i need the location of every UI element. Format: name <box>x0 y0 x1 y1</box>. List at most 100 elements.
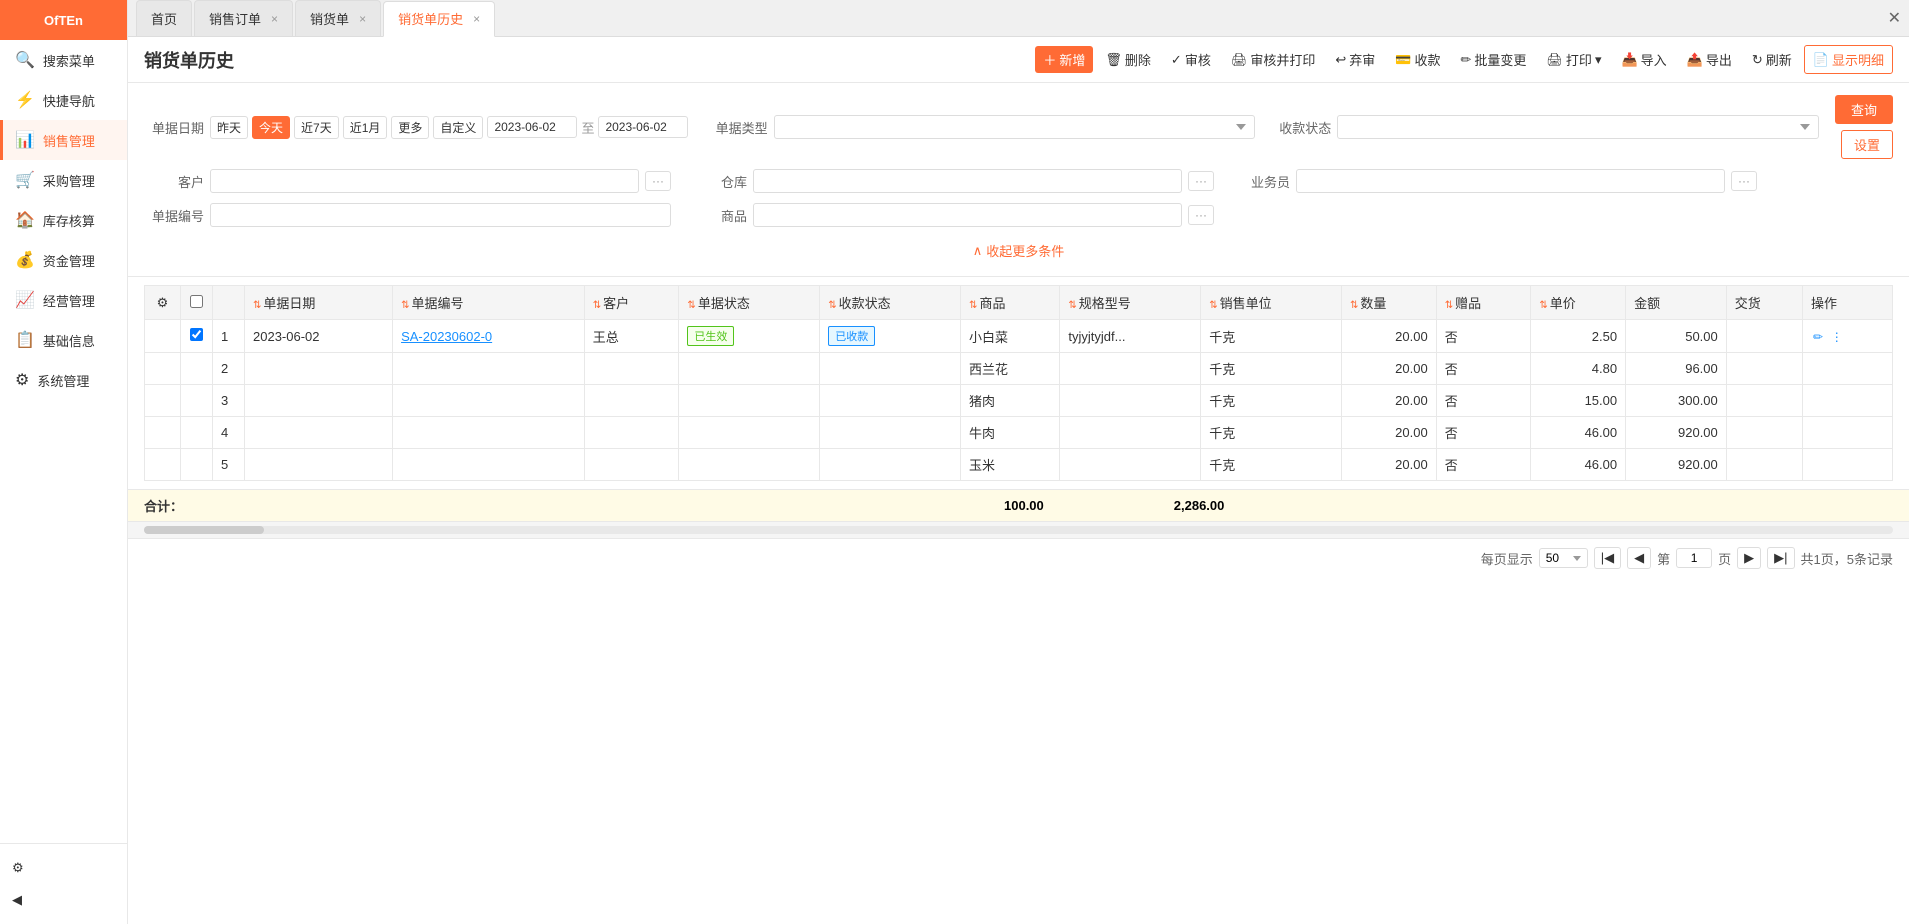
goods-select-btn[interactable]: ··· <box>1188 205 1214 225</box>
salesperson-input[interactable] <box>1296 169 1725 193</box>
total-info: 共1页，5条记录 <box>1801 549 1893 568</box>
tab-sales-order-close[interactable]: × <box>271 12 278 26</box>
td-checkbox[interactable] <box>181 449 213 481</box>
warehouse-input[interactable] <box>753 169 1182 193</box>
th-customer[interactable]: ⇅客户 <box>584 286 679 320</box>
prev-page-btn[interactable]: ◀ <box>1627 547 1651 569</box>
next-page-btn[interactable]: ▶ <box>1737 547 1761 569</box>
sidebar-collapse[interactable]: ◀ <box>0 884 127 916</box>
td-doc-no <box>393 449 585 481</box>
td-doc-status <box>679 353 820 385</box>
new-button[interactable]: ＋ 新增 <box>1035 46 1093 73</box>
batch-change-button[interactable]: ✏ 批量变更 <box>1452 46 1534 73</box>
sidebar-item-operations[interactable]: 📈 经营管理 <box>0 280 127 320</box>
more-action-btn[interactable]: ⋮ <box>1829 330 1845 344</box>
td-gift: 否 <box>1436 449 1531 481</box>
sidebar-item-label: 资金管理 <box>43 251 95 270</box>
td-settings <box>145 417 181 449</box>
page-input[interactable] <box>1676 548 1712 568</box>
export-button[interactable]: 📤 导出 <box>1679 46 1740 73</box>
th-unit[interactable]: ⇅销售单位 <box>1201 286 1342 320</box>
query-button[interactable]: 查询 <box>1835 95 1893 124</box>
scrollbar-track[interactable] <box>144 526 1893 534</box>
tab-sales-history[interactable]: 销货单历史 × <box>383 1 495 37</box>
print-button[interactable]: 🖨 打印 ▾ <box>1538 46 1609 73</box>
scrollbar-area[interactable] <box>128 521 1909 538</box>
refresh-icon: ↻ <box>1752 52 1763 68</box>
last-page-btn[interactable]: ▶| <box>1767 547 1794 569</box>
doc-no-link[interactable]: SA-20230602-0 <box>401 329 492 344</box>
audit-print-button[interactable]: 🖨 审核并打印 <box>1223 46 1324 73</box>
doc-no-input[interactable] <box>210 203 671 227</box>
sidebar-item-system-mgmt[interactable]: ⚙ 系统管理 <box>0 360 127 400</box>
sidebar-item-basic-info[interactable]: 📋 基础信息 <box>0 320 127 360</box>
td-doc-no <box>393 385 585 417</box>
goods-input[interactable] <box>753 203 1182 227</box>
sidebar-item-quick-nav[interactable]: ⚡ 快捷导航 <box>0 80 127 120</box>
sidebar-item-search-menu[interactable]: 🔍 搜索菜单 <box>0 40 127 80</box>
tab-sales-history-close[interactable]: × <box>473 12 480 26</box>
date-custom[interactable]: 自定义 <box>433 116 483 139</box>
date-yesterday[interactable]: 昨天 <box>210 116 248 139</box>
import-button[interactable]: 📥 导入 <box>1613 46 1674 73</box>
date-today[interactable]: 今天 <box>252 116 290 139</box>
sidebar-item-finance[interactable]: 💰 资金管理 <box>0 240 127 280</box>
customer-select-btn[interactable]: ··· <box>645 171 671 191</box>
show-detail-button[interactable]: 📄 显示明细 <box>1804 45 1893 74</box>
th-qty[interactable]: ⇅数量 <box>1342 286 1437 320</box>
td-checkbox[interactable] <box>181 417 213 449</box>
doc-type-label: 单据类型 <box>708 118 768 137</box>
warehouse-select-btn[interactable]: ··· <box>1188 171 1214 191</box>
refresh-button[interactable]: ↻ 刷新 <box>1744 46 1800 73</box>
tab-sales-goods[interactable]: 销货单 × <box>295 0 381 36</box>
date-7days[interactable]: 近7天 <box>294 116 339 139</box>
date-more[interactable]: 更多 <box>391 116 429 139</box>
th-doc-date[interactable]: ⇅单据日期 <box>245 286 393 320</box>
salesperson-select-btn[interactable]: ··· <box>1731 171 1757 191</box>
td-action: ✏ ⋮ <box>1803 320 1893 353</box>
sidebar-item-purchase-mgmt[interactable]: 🛒 采购管理 <box>0 160 127 200</box>
th-settings[interactable]: ⚙ <box>145 286 181 320</box>
date-from-input[interactable] <box>487 116 577 138</box>
td-checkbox[interactable] <box>181 385 213 417</box>
th-doc-no[interactable]: ⇅单据编号 <box>393 286 585 320</box>
date-to-input[interactable] <box>598 116 688 138</box>
th-spec[interactable]: ⇅规格型号 <box>1060 286 1201 320</box>
scrollbar-thumb[interactable] <box>144 526 264 534</box>
row-checkbox[interactable] <box>190 328 203 341</box>
doc-type-select[interactable] <box>774 115 1256 139</box>
th-goods[interactable]: ⇅商品 <box>961 286 1060 320</box>
delete-button[interactable]: 🗑 删除 <box>1097 46 1159 73</box>
sidebar-bottom: ⚙ ◀ <box>0 843 127 924</box>
td-unit: 千克 <box>1201 353 1342 385</box>
td-checkbox[interactable] <box>181 320 213 353</box>
audit-button[interactable]: ✓ 审核 <box>1163 46 1219 73</box>
set-button[interactable]: 设置 <box>1841 130 1893 159</box>
collapse-filter-btn[interactable]: ∧ 收起更多条件 <box>144 237 1893 264</box>
th-gift[interactable]: ⇅赠品 <box>1436 286 1531 320</box>
discard-button[interactable]: ↩ 弃审 <box>1327 46 1383 73</box>
th-unit-price[interactable]: ⇅单价 <box>1531 286 1626 320</box>
edit-action-btn[interactable]: ✏ <box>1811 330 1825 344</box>
goods-label: 商品 <box>687 206 747 225</box>
tab-sales-order[interactable]: 销售订单 × <box>194 0 293 36</box>
th-doc-status[interactable]: ⇅单据状态 <box>679 286 820 320</box>
collect-status-select[interactable] <box>1337 115 1819 139</box>
tab-home[interactable]: 首页 <box>136 0 192 36</box>
sidebar-item-inventory[interactable]: 🏠 库存核算 <box>0 200 127 240</box>
select-all-checkbox[interactable] <box>190 295 203 308</box>
th-collect-status[interactable]: ⇅收款状态 <box>820 286 961 320</box>
customer-input[interactable] <box>210 169 639 193</box>
first-page-btn[interactable]: |◀ <box>1594 547 1621 569</box>
tab-sales-goods-close[interactable]: × <box>359 12 366 26</box>
sidebar-settings[interactable]: ⚙ <box>0 852 127 884</box>
collect-button[interactable]: 💳 收款 <box>1387 46 1448 73</box>
td-qty: 20.00 <box>1342 385 1437 417</box>
footer-total-qty: 100.00 <box>1004 498 1044 513</box>
page-size-select[interactable]: 20 50 100 200 <box>1539 548 1588 568</box>
window-close-button[interactable]: ✕ <box>1888 8 1901 28</box>
sidebar-item-sales-mgmt[interactable]: 📊 销售管理 <box>0 120 127 160</box>
td-checkbox[interactable] <box>181 353 213 385</box>
date-1month[interactable]: 近1月 <box>343 116 388 139</box>
td-goods: 小白菜 <box>961 320 1060 353</box>
